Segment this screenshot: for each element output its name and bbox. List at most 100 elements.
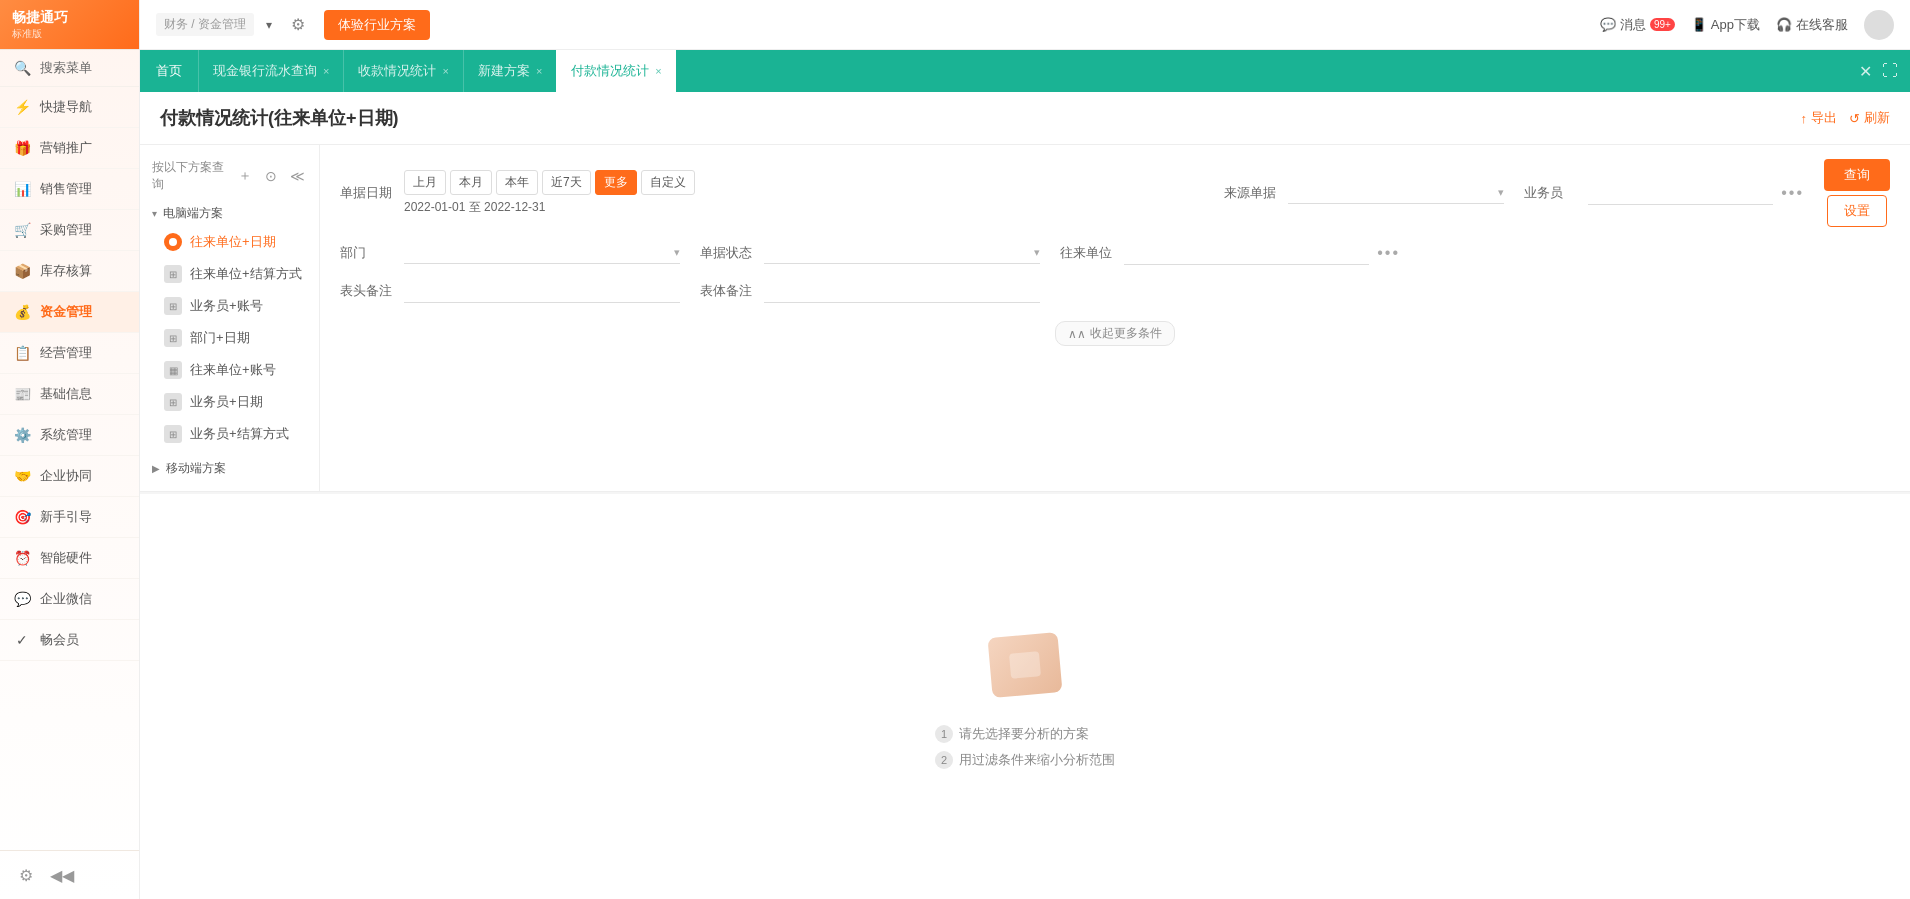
settings-button[interactable]: 设置 [1827,195,1887,227]
sidebar-item-guide[interactable]: 🎯 新手引导 [0,497,139,538]
tab-close-icon[interactable]: ✕ [1859,62,1872,81]
tab-bank-flow[interactable]: 现金银行流水查询 × [198,50,343,92]
scheme-item-dept-date[interactable]: ⊞ 部门+日期 [140,322,319,354]
tab-payment-stats-close[interactable]: × [655,65,661,77]
tab-bank-flow-close[interactable]: × [323,65,329,77]
scheme-grid-icon-5: ⊞ [164,393,182,411]
tab-home[interactable]: 首页 [140,50,198,92]
hint-text-1: 请先选择要分析的方案 [959,725,1089,743]
quick-nav-icon: ⚡ [12,97,32,117]
scheme-item-staff-date[interactable]: ⊞ 业务员+日期 [140,386,319,418]
note1-input[interactable] [404,279,680,303]
tab-expand-icon[interactable]: ⛶ [1882,62,1898,80]
sidebar-item-wechat[interactable]: 💬 企业微信 [0,579,139,620]
finance-icon: 💰 [12,302,32,322]
top-header: 财务 / 资金管理 ▾ ⚙ 体验行业方案 💬 消息 99+ 📱 App下载 🎧 … [140,0,1910,50]
scheme-panel-icons: ＋ ⊙ ≪ [235,166,307,186]
scheme-mobile-category[interactable]: ▶ 移动端方案 [140,456,319,481]
page-title: 付款情况统计(往来单位+日期) [160,106,399,130]
note2-input[interactable] [764,279,1040,303]
partner-more-icon[interactable]: ••• [1377,244,1400,262]
sidebar-item-sales[interactable]: 📊 销售管理 [0,169,139,210]
filter-right: 单据日期 上月 本月 本年 近7天 更多 自定义 2022-01-01 至 20… [320,145,1910,491]
scheme-collapse-icon[interactable]: ≪ [287,166,307,186]
scheme-item-staff-account[interactable]: ⊞ 业务员+账号 [140,290,319,322]
messages-action[interactable]: 💬 消息 99+ [1600,16,1675,34]
this-year-btn[interactable]: 本年 [496,170,538,195]
main-content: 财务 / 资金管理 ▾ ⚙ 体验行业方案 💬 消息 99+ 📱 App下载 🎧 … [140,0,1910,899]
user-avatar[interactable] [1864,10,1894,40]
date-label: 单据日期 [340,184,396,202]
sidebar-item-vip[interactable]: ✓ 畅会员 [0,620,139,661]
scheme-item-partner-settle[interactable]: ⊞ 往来单位+结算方式 [140,258,319,290]
tab-receivable-close[interactable]: × [442,65,448,77]
breadcrumb-text: 财务 / 资金管理 [164,17,246,31]
tab-new-scheme-close[interactable]: × [536,65,542,77]
scheme-settings-icon[interactable]: ⊙ [261,166,281,186]
scheme-add-icon[interactable]: ＋ [235,166,255,186]
this-month-btn[interactable]: 本月 [450,170,492,195]
source-select[interactable]: ▾ [1288,182,1504,204]
scheme-mobile-arrow: ▶ [152,463,160,474]
scheme-item-partner-date[interactable]: 往来单位+日期 [140,226,319,258]
header-dropdown[interactable]: ▾ [266,18,272,32]
query-button[interactable]: 查询 [1824,159,1890,191]
search-icon: 🔍 [12,58,32,78]
dept-select[interactable]: ▾ [404,242,680,264]
scheme-desktop-category[interactable]: ▾ 电脑端方案 [140,201,319,226]
custom-date-btn[interactable]: 自定义 [641,170,695,195]
date-filter-group: 单据日期 上月 本月 本年 近7天 更多 自定义 2022-01-01 至 20… [340,170,1204,216]
tab-new-scheme[interactable]: 新建方案 × [463,50,556,92]
more-dates-btn[interactable]: 更多 [595,170,637,195]
scheme-item-label-3: 部门+日期 [190,329,250,347]
vip-icon: ✓ [12,630,32,650]
export-icon: ↑ [1801,111,1808,126]
scheme-item-partner-account[interactable]: ▦ 往来单位+账号 [140,354,319,386]
source-label: 来源单据 [1224,184,1280,202]
status-select[interactable]: ▾ [764,242,1040,264]
collapse-label: 收起更多条件 [1090,325,1162,342]
collapse-button[interactable]: ∧∧ 收起更多条件 [1055,321,1175,346]
last-7-days-btn[interactable]: 近7天 [542,170,591,195]
staff-more-icon[interactable]: ••• [1781,184,1804,202]
export-button[interactable]: ↑ 导出 [1801,109,1838,127]
scheme-grid-icon-6: ⊞ [164,425,182,443]
header-settings-icon[interactable]: ⚙ [284,11,312,39]
tab-payment-stats[interactable]: 付款情况统计 × [556,50,675,92]
industry-button[interactable]: 体验行业方案 [324,10,430,40]
sales-label: 销售管理 [40,180,92,198]
last-month-btn[interactable]: 上月 [404,170,446,195]
operations-label: 经营管理 [40,344,92,362]
sidebar-item-hardware[interactable]: ⏰ 智能硬件 [0,538,139,579]
content-wrapper: 付款情况统计(往来单位+日期) ↑ 导出 ↺ 刷新 按以下方案查询 ＋ [140,92,1910,899]
operations-icon: 📋 [12,343,32,363]
sidebar-item-marketing[interactable]: 🎁 营销推广 [0,128,139,169]
sidebar-item-system[interactable]: ⚙️ 系统管理 [0,415,139,456]
sidebar-item-quick-nav[interactable]: ⚡ 快捷导航 [0,87,139,128]
collapse-sidebar-icon[interactable]: ◀◀ [48,861,76,889]
tab-receivable[interactable]: 收款情况统计 × [343,50,462,92]
sidebar-item-enterprise[interactable]: 🤝 企业协同 [0,456,139,497]
refresh-button[interactable]: ↺ 刷新 [1849,109,1890,127]
note2-filter-group: 表体备注 [700,279,1040,303]
online-service-action[interactable]: 🎧 在线客服 [1776,16,1848,34]
hardware-label: 智能硬件 [40,549,92,567]
export-label: 导出 [1811,109,1837,127]
sidebar-item-operations[interactable]: 📋 经营管理 [0,333,139,374]
finance-label: 资金管理 [40,303,92,321]
scheme-panel-label: 按以下方案查询 [152,159,235,193]
sidebar-item-inventory[interactable]: 📦 库存核算 [0,251,139,292]
sidebar-item-search[interactable]: 🔍 搜索菜单 [0,50,139,87]
dept-label: 部门 [340,244,396,262]
scheme-item-staff-settle[interactable]: ⊞ 业务员+结算方式 [140,418,319,450]
app-download-action[interactable]: 📱 App下载 [1691,16,1760,34]
staff-input[interactable] [1588,181,1773,205]
scheme-item-label-5: 业务员+日期 [190,393,263,411]
settings-bottom-icon[interactable]: ⚙ [12,861,40,889]
collapse-up-icon: ∧∧ [1068,327,1086,341]
partner-input[interactable] [1124,241,1369,265]
sidebar-item-finance[interactable]: 💰 资金管理 [0,292,139,333]
sidebar-item-basic[interactable]: 📰 基础信息 [0,374,139,415]
sidebar-item-purchase[interactable]: 🛒 采购管理 [0,210,139,251]
status-dropdown-arrow: ▾ [1034,246,1040,259]
